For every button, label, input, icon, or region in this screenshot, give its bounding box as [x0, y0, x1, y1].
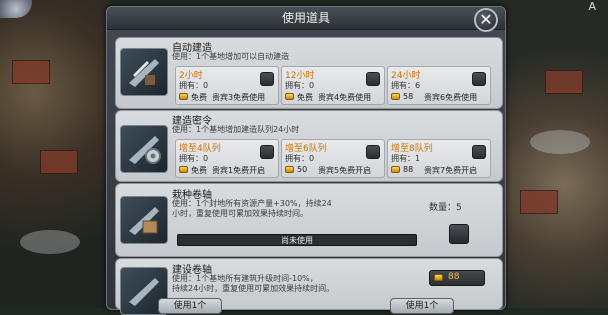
option-owned: 拥有：1	[391, 154, 421, 163]
option-checkbox[interactable]	[366, 72, 380, 86]
item-price-box[interactable]: 88	[429, 270, 485, 286]
option-12h[interactable]: 12小时 拥有：0 免费 贵宾4免费使用	[281, 66, 385, 105]
gold-coin-icon	[179, 93, 188, 100]
close-icon: ✕	[479, 10, 493, 29]
item-description-line2: 持续24小时，重复使用可累加效果持续时间。	[172, 284, 335, 293]
background-map-right	[498, 0, 608, 308]
planting-scroll-icon	[120, 196, 168, 244]
option-queue-8[interactable]: 增至8队列 拥有：1 88 贵宾7免费开启	[387, 139, 491, 178]
build-order-icon	[120, 125, 168, 173]
option-owned: 拥有：0	[285, 154, 315, 163]
gold-coin-icon	[179, 166, 188, 173]
option-price: 50	[297, 165, 308, 174]
option-checkbox[interactable]	[366, 145, 380, 159]
option-queue-4[interactable]: 增至4队列 拥有：0 免费 贵宾1免费开启	[175, 139, 279, 178]
auto-build-icon	[120, 48, 168, 96]
option-owned: 拥有：0	[179, 81, 209, 90]
option-price: 免费	[297, 93, 313, 102]
item-description: 使用：1个基地增加建造队列24小时	[172, 125, 300, 134]
item-description-line2: 小时，重复使用可累加效果持续时间。	[172, 209, 308, 218]
option-queue-6[interactable]: 增至6队列 拥有：0 50 贵宾5免费开启	[281, 139, 385, 178]
close-button[interactable]: ✕	[474, 8, 498, 32]
option-vip-note: 贵宾6免费使用	[424, 93, 478, 102]
option-2h[interactable]: 2小时 拥有：0 免费 贵宾3免费使用	[175, 66, 279, 105]
dialog-title: 使用道具	[107, 7, 505, 30]
item-description-line1: 使用：1个封地所有资源产量+30%，持续24	[172, 199, 332, 208]
corner-label: A	[588, 0, 596, 13]
option-checkbox[interactable]	[472, 72, 486, 86]
item-price: 88	[448, 272, 460, 282]
use-one-button-right[interactable]: 使用1个	[390, 298, 454, 314]
option-price: 58	[403, 92, 414, 101]
usage-status-bar: 尚未使用	[177, 234, 417, 246]
option-vip-note: 贵宾3免费使用	[212, 93, 266, 102]
option-owned: 拥有：0	[179, 154, 209, 163]
option-owned: 拥有：6	[391, 81, 421, 90]
option-vip-note: 贵宾7免费开启	[424, 166, 478, 175]
gold-coin-icon	[391, 93, 400, 100]
item-quantity: 数量：5	[429, 203, 462, 213]
option-vip-note: 贵宾1免费开启	[212, 166, 266, 175]
option-price: 免费	[191, 93, 207, 102]
building-roof	[40, 150, 78, 174]
gold-coin-icon	[434, 274, 443, 281]
use-one-button-left[interactable]: 使用1个	[158, 298, 222, 314]
option-checkbox[interactable]	[472, 145, 486, 159]
item-description-line1: 使用：1个基地所有建筑升级时间-10%，	[172, 274, 318, 283]
option-vip-note: 贵宾4免费使用	[318, 93, 372, 102]
option-owned: 拥有：0	[285, 81, 315, 90]
item-checkbox[interactable]	[449, 224, 469, 244]
option-vip-note: 贵宾5免费开启	[318, 166, 372, 175]
gold-coin-icon	[285, 93, 294, 100]
snow-patch	[530, 130, 590, 154]
option-24h[interactable]: 24小时 拥有：6 58 贵宾6免费使用	[387, 66, 491, 105]
building-roof	[12, 60, 50, 84]
gold-coin-icon	[285, 166, 294, 173]
building-roof	[545, 70, 583, 94]
option-price: 免费	[191, 166, 207, 175]
item-description: 使用：1个基地增加可以自动建造	[172, 52, 290, 61]
option-checkbox[interactable]	[260, 145, 274, 159]
option-checkbox[interactable]	[260, 72, 274, 86]
option-price: 88	[403, 165, 414, 174]
building-roof	[520, 190, 558, 214]
gold-coin-icon	[391, 166, 400, 173]
snow-patch	[20, 230, 80, 254]
